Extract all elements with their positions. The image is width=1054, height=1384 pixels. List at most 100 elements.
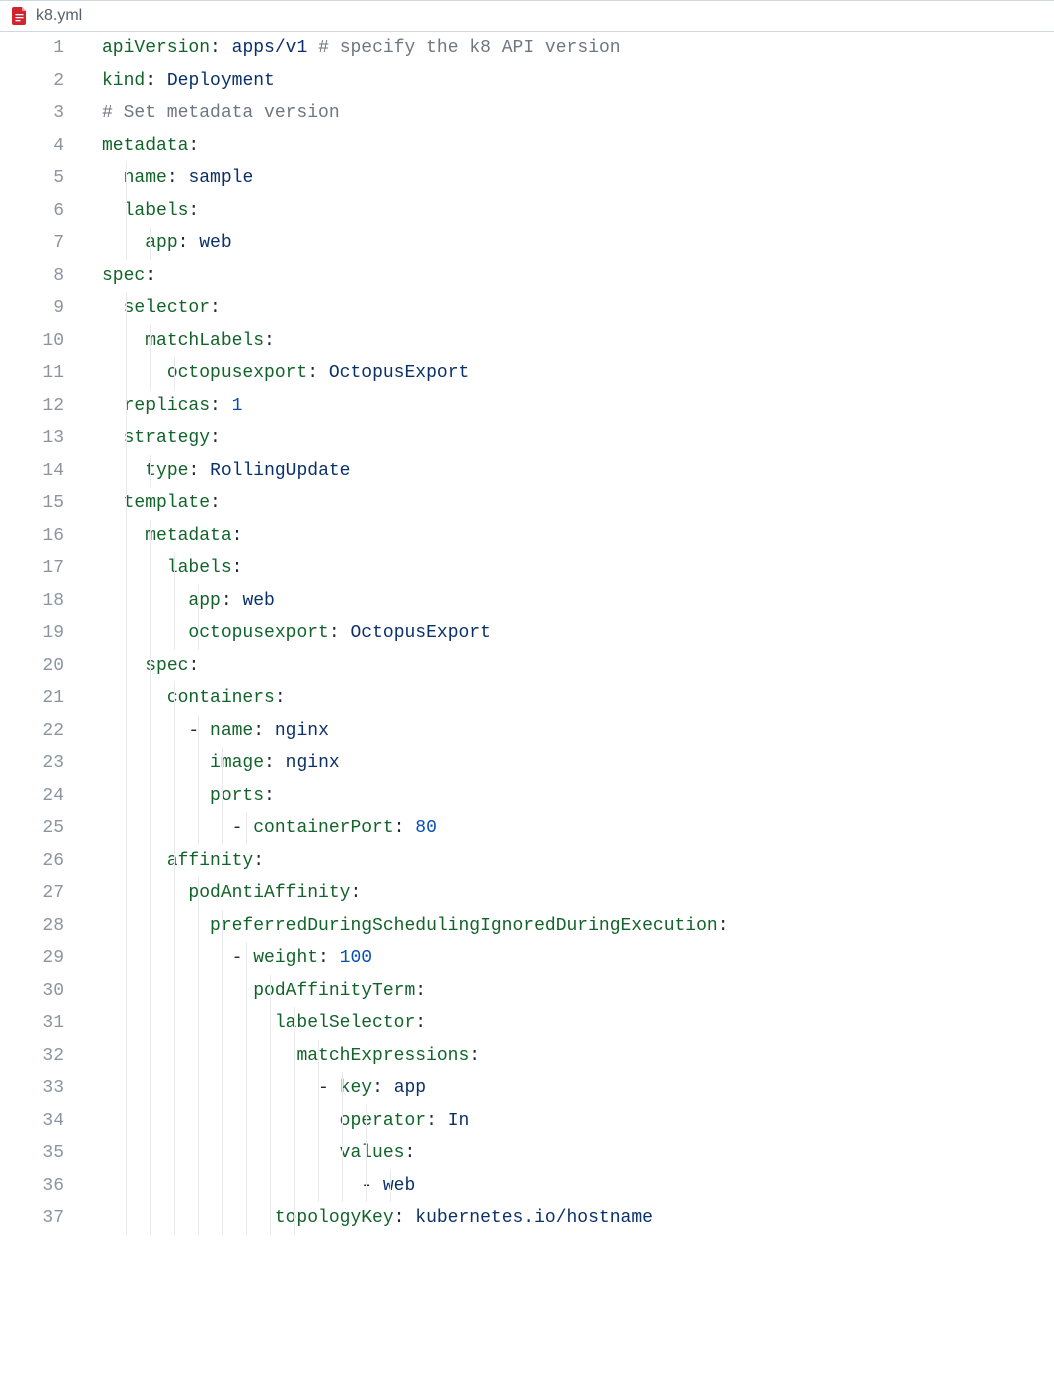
line-number[interactable]: 4: [0, 130, 80, 163]
line-number[interactable]: 19: [0, 617, 80, 650]
line-number[interactable]: 16: [0, 520, 80, 553]
code-row[interactable]: 34 operator: In: [0, 1105, 1054, 1138]
line-number[interactable]: 37: [0, 1202, 80, 1235]
code-row[interactable]: 1apiVersion: apps/v1 # specify the k8 AP…: [0, 32, 1054, 65]
code-row[interactable]: 16 metadata:: [0, 520, 1054, 553]
code-row[interactable]: 27 podAntiAffinity:: [0, 877, 1054, 910]
line-number[interactable]: 11: [0, 357, 80, 390]
code-row[interactable]: 32 matchExpressions:: [0, 1040, 1054, 1073]
code-line[interactable]: affinity:: [80, 845, 1054, 878]
code-row[interactable]: 36 - web: [0, 1170, 1054, 1203]
code-line[interactable]: labelSelector:: [80, 1007, 1054, 1040]
line-number[interactable]: 25: [0, 812, 80, 845]
code-line[interactable]: name: sample: [80, 162, 1054, 195]
line-number[interactable]: 30: [0, 975, 80, 1008]
code-line[interactable]: - name: nginx: [80, 715, 1054, 748]
line-number[interactable]: 7: [0, 227, 80, 260]
code-line[interactable]: image: nginx: [80, 747, 1054, 780]
code-row[interactable]: 20 spec:: [0, 650, 1054, 683]
code-line[interactable]: matchExpressions:: [80, 1040, 1054, 1073]
code-line[interactable]: labels:: [80, 195, 1054, 228]
line-number[interactable]: 32: [0, 1040, 80, 1073]
code-line[interactable]: type: RollingUpdate: [80, 455, 1054, 488]
code-row[interactable]: 23 image: nginx: [0, 747, 1054, 780]
code-line[interactable]: replicas: 1: [80, 390, 1054, 423]
code-row[interactable]: 31 labelSelector:: [0, 1007, 1054, 1040]
line-number[interactable]: 29: [0, 942, 80, 975]
code-row[interactable]: 15 template:: [0, 487, 1054, 520]
code-row[interactable]: 35 values:: [0, 1137, 1054, 1170]
line-number[interactable]: 2: [0, 65, 80, 98]
line-number[interactable]: 22: [0, 715, 80, 748]
line-number[interactable]: 36: [0, 1170, 80, 1203]
code-row[interactable]: 26 affinity:: [0, 845, 1054, 878]
code-row[interactable]: 25 - containerPort: 80: [0, 812, 1054, 845]
code-row[interactable]: 28 preferredDuringSchedulingIgnoredDurin…: [0, 910, 1054, 943]
code-line[interactable]: strategy:: [80, 422, 1054, 455]
line-number[interactable]: 15: [0, 487, 80, 520]
code-row[interactable]: 17 labels:: [0, 552, 1054, 585]
code-row[interactable]: 19 octopusexport: OctopusExport: [0, 617, 1054, 650]
code-line[interactable]: podAffinityTerm:: [80, 975, 1054, 1008]
line-number[interactable]: 34: [0, 1105, 80, 1138]
code-row[interactable]: 14 type: RollingUpdate: [0, 455, 1054, 488]
line-number[interactable]: 3: [0, 97, 80, 130]
line-number[interactable]: 12: [0, 390, 80, 423]
code-line[interactable]: metadata:: [80, 130, 1054, 163]
code-line[interactable]: ports:: [80, 780, 1054, 813]
line-number[interactable]: 23: [0, 747, 80, 780]
line-number[interactable]: 24: [0, 780, 80, 813]
code-line[interactable]: labels:: [80, 552, 1054, 585]
code-row[interactable]: 11 octopusexport: OctopusExport: [0, 357, 1054, 390]
code-line[interactable]: apiVersion: apps/v1 # specify the k8 API…: [80, 32, 1054, 65]
code-row[interactable]: 37 topologyKey: kubernetes.io/hostname: [0, 1202, 1054, 1235]
line-number[interactable]: 31: [0, 1007, 80, 1040]
code-row[interactable]: 10 matchLabels:: [0, 325, 1054, 358]
code-row[interactable]: 12 replicas: 1: [0, 390, 1054, 423]
code-line[interactable]: values:: [80, 1137, 1054, 1170]
line-number[interactable]: 27: [0, 877, 80, 910]
code-row[interactable]: 13 strategy:: [0, 422, 1054, 455]
code-row[interactable]: 9 selector:: [0, 292, 1054, 325]
code-line[interactable]: octopusexport: OctopusExport: [80, 357, 1054, 390]
line-number[interactable]: 14: [0, 455, 80, 488]
code-row[interactable]: 29 - weight: 100: [0, 942, 1054, 975]
line-number[interactable]: 35: [0, 1137, 80, 1170]
code-line[interactable]: containers:: [80, 682, 1054, 715]
code-line[interactable]: metadata:: [80, 520, 1054, 553]
line-number[interactable]: 33: [0, 1072, 80, 1105]
line-number[interactable]: 8: [0, 260, 80, 293]
line-number[interactable]: 18: [0, 585, 80, 618]
line-number[interactable]: 26: [0, 845, 80, 878]
code-line[interactable]: operator: In: [80, 1105, 1054, 1138]
code-line[interactable]: - containerPort: 80: [80, 812, 1054, 845]
code-line[interactable]: matchLabels:: [80, 325, 1054, 358]
code-line[interactable]: podAntiAffinity:: [80, 877, 1054, 910]
code-row[interactable]: 33 - key: app: [0, 1072, 1054, 1105]
line-number[interactable]: 9: [0, 292, 80, 325]
line-number[interactable]: 21: [0, 682, 80, 715]
code-row[interactable]: 6 labels:: [0, 195, 1054, 228]
code-row[interactable]: 7 app: web: [0, 227, 1054, 260]
line-number[interactable]: 1: [0, 32, 80, 65]
code-line[interactable]: preferredDuringSchedulingIgnoredDuringEx…: [80, 910, 1054, 943]
code-line[interactable]: kind: Deployment: [80, 65, 1054, 98]
line-number[interactable]: 13: [0, 422, 80, 455]
code-line[interactable]: # Set metadata version: [80, 97, 1054, 130]
code-row[interactable]: 5 name: sample: [0, 162, 1054, 195]
code-row[interactable]: 18 app: web: [0, 585, 1054, 618]
code-line[interactable]: spec:: [80, 650, 1054, 683]
line-number[interactable]: 10: [0, 325, 80, 358]
code-row[interactable]: 8spec:: [0, 260, 1054, 293]
code-line[interactable]: - web: [80, 1170, 1054, 1203]
code-row[interactable]: 3# Set metadata version: [0, 97, 1054, 130]
code-line[interactable]: octopusexport: OctopusExport: [80, 617, 1054, 650]
line-number[interactable]: 17: [0, 552, 80, 585]
line-number[interactable]: 5: [0, 162, 80, 195]
code-row[interactable]: 30 podAffinityTerm:: [0, 975, 1054, 1008]
code-row[interactable]: 21 containers:: [0, 682, 1054, 715]
code-line[interactable]: app: web: [80, 585, 1054, 618]
line-number[interactable]: 6: [0, 195, 80, 228]
code-line[interactable]: app: web: [80, 227, 1054, 260]
code-row[interactable]: 22 - name: nginx: [0, 715, 1054, 748]
